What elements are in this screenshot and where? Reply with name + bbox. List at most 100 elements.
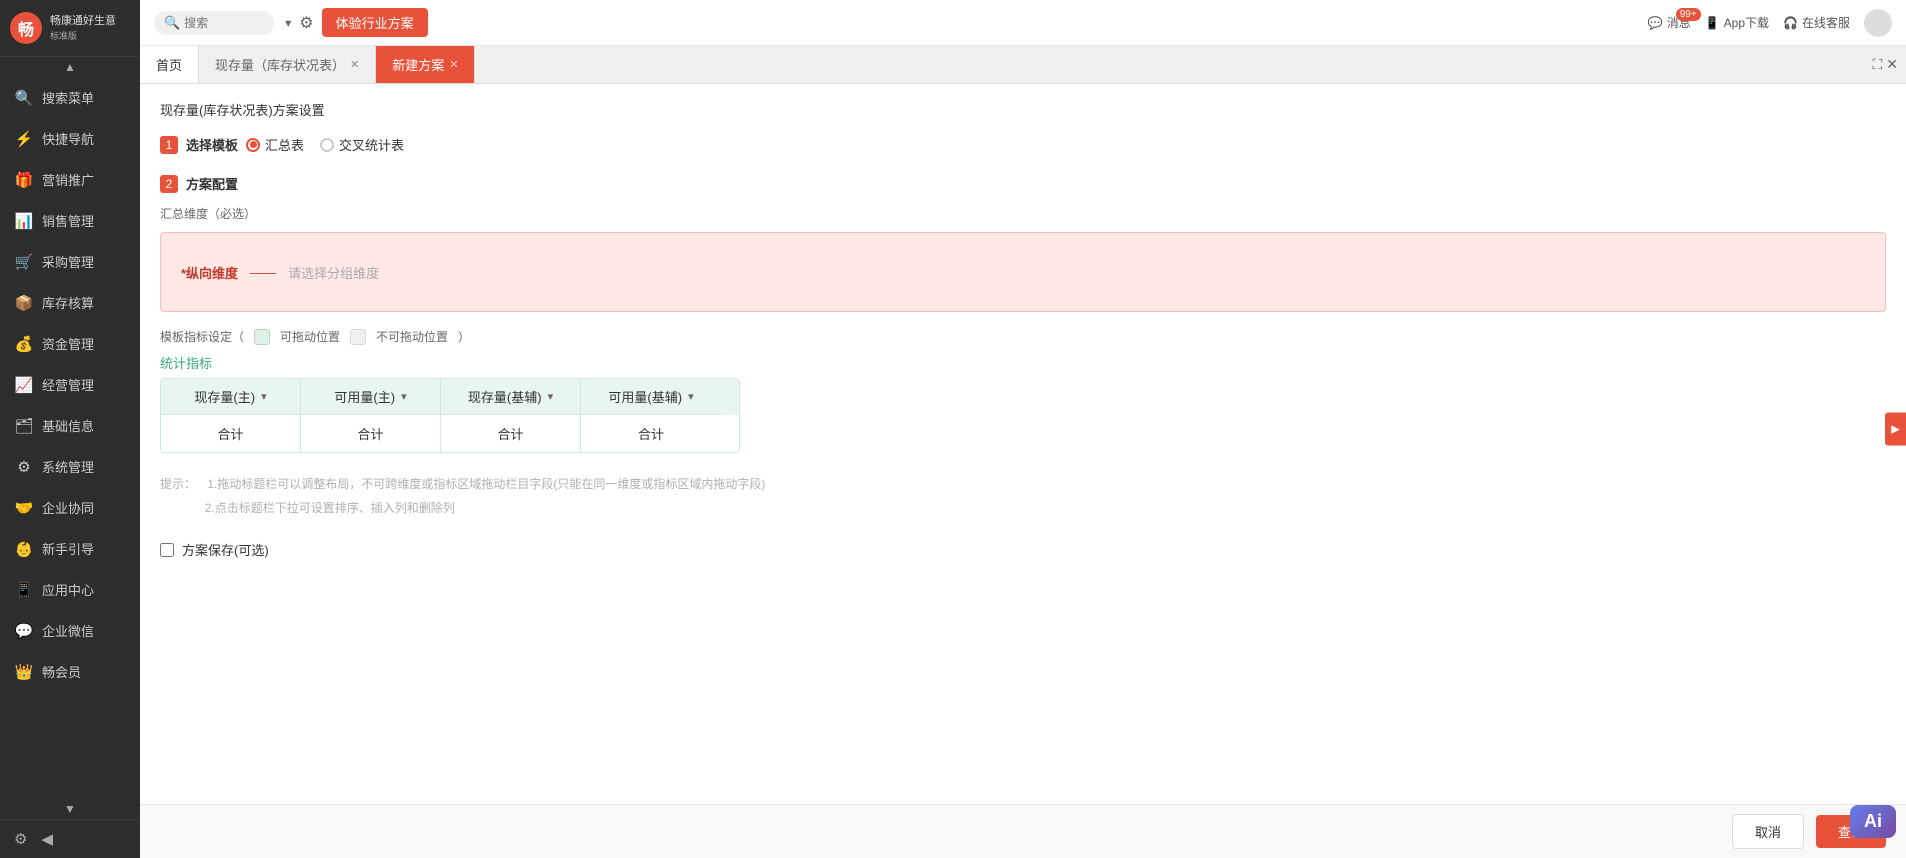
stats-header-cell-0[interactable]: 现存量(主) ▾	[161, 379, 300, 415]
sidebar-nav: 🔍 搜索菜单 ⚡ 快捷导航 🎁 营销推广 📊 销售管理 🛒 采购管理 📦 库存核…	[0, 77, 140, 799]
save-label: 方案保存(可选)	[182, 540, 269, 559]
col-2-dropdown-icon[interactable]: ▾	[548, 390, 554, 403]
vertical-dimension-text: *纵向维度	[181, 263, 238, 282]
sidebar-item-finance[interactable]: 💰 资金管理	[0, 323, 140, 364]
stats-table: 现存量(主) ▾ 可用量(主) ▾ 现存量(基辅) ▾	[160, 378, 740, 453]
step2-header: 2 方案配置	[160, 174, 1886, 193]
sidebar-item-label: 应用中心	[42, 580, 94, 599]
sidebar: 畅 畅康通好生意 标准版 ▲ 🔍 搜索菜单 ⚡ 快捷导航 🎁 营销推广 📊 销售…	[0, 0, 140, 858]
col-1-dropdown-icon[interactable]: ▾	[401, 390, 407, 403]
can-drag-text: 可拖动位置	[280, 328, 340, 345]
col-0-dropdown-icon[interactable]: ▾	[261, 390, 267, 403]
page-title: 现存量(库存状况表)方案设置	[160, 100, 1886, 119]
stats-col-1-label: 可用量(主)	[334, 387, 395, 406]
search-icon: 🔍	[164, 15, 180, 31]
drag-indicator	[254, 329, 270, 345]
step2-title: 方案配置	[186, 174, 238, 193]
sidebar-item-marketing[interactable]: 🎁 营销推广	[0, 159, 140, 200]
online-service-item[interactable]: 🎧 在线客服	[1783, 14, 1850, 31]
headset-icon: 🎧	[1783, 16, 1798, 30]
operation-icon: 📈	[14, 376, 34, 394]
tab-new-scheme-close[interactable]: ✕	[449, 58, 458, 71]
metrics-label-text: 模板指标设定（	[160, 328, 244, 345]
cooperation-icon: 🤝	[14, 499, 34, 517]
messages-badge: 99+	[1676, 8, 1701, 21]
system-icon: ⚙	[14, 458, 34, 476]
scroll-down-arrow[interactable]: ▼	[0, 799, 140, 819]
tab-home[interactable]: 首页	[140, 46, 199, 83]
sidebar-item-system[interactable]: ⚙ 系统管理	[0, 446, 140, 487]
sidebar-item-label: 企业协同	[42, 498, 94, 517]
sidebar-item-label: 企业微信	[42, 621, 94, 640]
collapse-icon[interactable]: ◀	[41, 830, 53, 848]
step1-header: 1 选择模板 汇总表 交叉统计表	[160, 135, 1886, 154]
sidebar-item-label: 库存核算	[42, 293, 94, 312]
stats-body-cell-0: 合计	[161, 415, 300, 452]
basic-info-icon: 🗂	[14, 417, 34, 435]
quick-nav-icon: ⚡	[14, 130, 34, 148]
main-area: 🔍 ▾ ⚙ 体验行业方案 💬 消息 99+ 📱 App下载 🎧 在线客服	[140, 0, 1906, 858]
sidebar-item-wechat[interactable]: 💬 企业微信	[0, 610, 140, 651]
topbar-settings-icon[interactable]: ⚙	[299, 13, 313, 33]
cancel-button[interactable]: 取消	[1732, 814, 1804, 849]
sidebar-item-label: 新手引导	[42, 539, 94, 558]
online-service-label: 在线客服	[1802, 14, 1850, 31]
radio-crosstab-circle	[320, 138, 334, 152]
wechat-icon: 💬	[14, 622, 34, 640]
sidebar-bottom: ⚙ ◀	[0, 819, 140, 858]
sidebar-item-member[interactable]: 👑 畅会员	[0, 651, 140, 692]
ai-badge[interactable]: Ai	[1850, 805, 1896, 838]
sidebar-item-label: 采购管理	[42, 252, 94, 271]
metrics-label-row: 模板指标设定（ 可拖动位置 不可拖动位置 ）	[160, 328, 1886, 345]
radio-crosstab[interactable]: 交叉统计表	[320, 135, 404, 154]
stats-header-cell-3[interactable]: 可用量(基辅) ▾	[581, 379, 721, 415]
sidebar-item-label: 畅会员	[42, 662, 81, 681]
step1-title: 选择模板	[186, 135, 238, 154]
col-3-dropdown-icon[interactable]: ▾	[688, 390, 694, 403]
stats-col-0: 现存量(主) ▾	[161, 379, 301, 415]
sidebar-item-cooperation[interactable]: 🤝 企业协同	[0, 487, 140, 528]
trial-button[interactable]: 体验行业方案	[322, 8, 428, 37]
sidebar-item-inventory[interactable]: 📦 库存核算	[0, 282, 140, 323]
scroll-up-arrow[interactable]: ▲	[0, 57, 140, 77]
sidebar-item-search[interactable]: 🔍 搜索菜单	[0, 77, 140, 118]
sales-icon: 📊	[14, 212, 34, 230]
stats-header-cell-1[interactable]: 可用量(主) ▾	[301, 379, 440, 415]
stats-body-col-1: 合计	[301, 415, 441, 452]
tab-expand-area: ⛶ ✕	[1872, 56, 1906, 73]
no-drag-indicator	[350, 329, 366, 345]
sidebar-item-guide[interactable]: 👶 新手引导	[0, 528, 140, 569]
search-input[interactable]	[184, 16, 264, 30]
stats-body-col-3: 合计	[581, 415, 721, 452]
right-edge-button[interactable]: ▶	[1885, 413, 1906, 446]
stats-header-cell-2[interactable]: 现存量(基辅) ▾	[441, 379, 580, 415]
sidebar-item-quick-nav[interactable]: ⚡ 快捷导航	[0, 118, 140, 159]
sidebar-item-operation[interactable]: 📈 经营管理	[0, 364, 140, 405]
vertical-dimension-zone[interactable]: *纵向维度 —— 请选择分组维度	[160, 232, 1886, 312]
save-checkbox[interactable]	[160, 543, 174, 557]
topbar-left: 🔍 ▾ ⚙ 体验行业方案	[154, 8, 1638, 37]
radio-summary[interactable]: 汇总表	[246, 135, 304, 154]
settings-bottom-icon[interactable]: ⚙	[14, 830, 27, 848]
tab-new-scheme[interactable]: 新建方案 ✕	[376, 46, 475, 83]
sidebar-item-purchase[interactable]: 🛒 采购管理	[0, 241, 140, 282]
messages-item[interactable]: 💬 消息 99+	[1648, 14, 1691, 31]
search-menu-icon: 🔍	[14, 89, 34, 107]
metrics-label-close: ）	[458, 328, 470, 345]
tip-0-text: 1.拖动标题栏可以调整布局，不可跨维度或指标区域拖动栏目字段(只能在同一维度或指…	[207, 477, 765, 491]
topbar-dropdown[interactable]: ▾	[282, 16, 291, 30]
sidebar-item-label: 搜索菜单	[42, 88, 94, 107]
sidebar-item-basic-info[interactable]: 🗂 基础信息	[0, 405, 140, 446]
search-box[interactable]: 🔍	[154, 11, 274, 35]
tab-inventory-close[interactable]: ✕	[350, 58, 359, 71]
tips-section: 提示： 1.拖动标题栏可以调整布局，不可跨维度或指标区域拖动栏目字段(只能在同一…	[160, 472, 1886, 520]
chevron-down-icon: ▾	[285, 16, 291, 30]
user-avatar[interactable]	[1864, 9, 1892, 37]
tab-maximize-icon[interactable]: ⛶	[1872, 56, 1882, 73]
sidebar-item-sales[interactable]: 📊 销售管理	[0, 200, 140, 241]
app-download-item[interactable]: 📱 App下载	[1705, 14, 1769, 31]
stats-col-2: 现存量(基辅) ▾	[441, 379, 581, 415]
tab-close-all-icon[interactable]: ✕	[1886, 56, 1898, 73]
tab-inventory[interactable]: 现存量（库存状况表） ✕	[199, 46, 376, 83]
sidebar-item-app-center[interactable]: 📱 应用中心	[0, 569, 140, 610]
